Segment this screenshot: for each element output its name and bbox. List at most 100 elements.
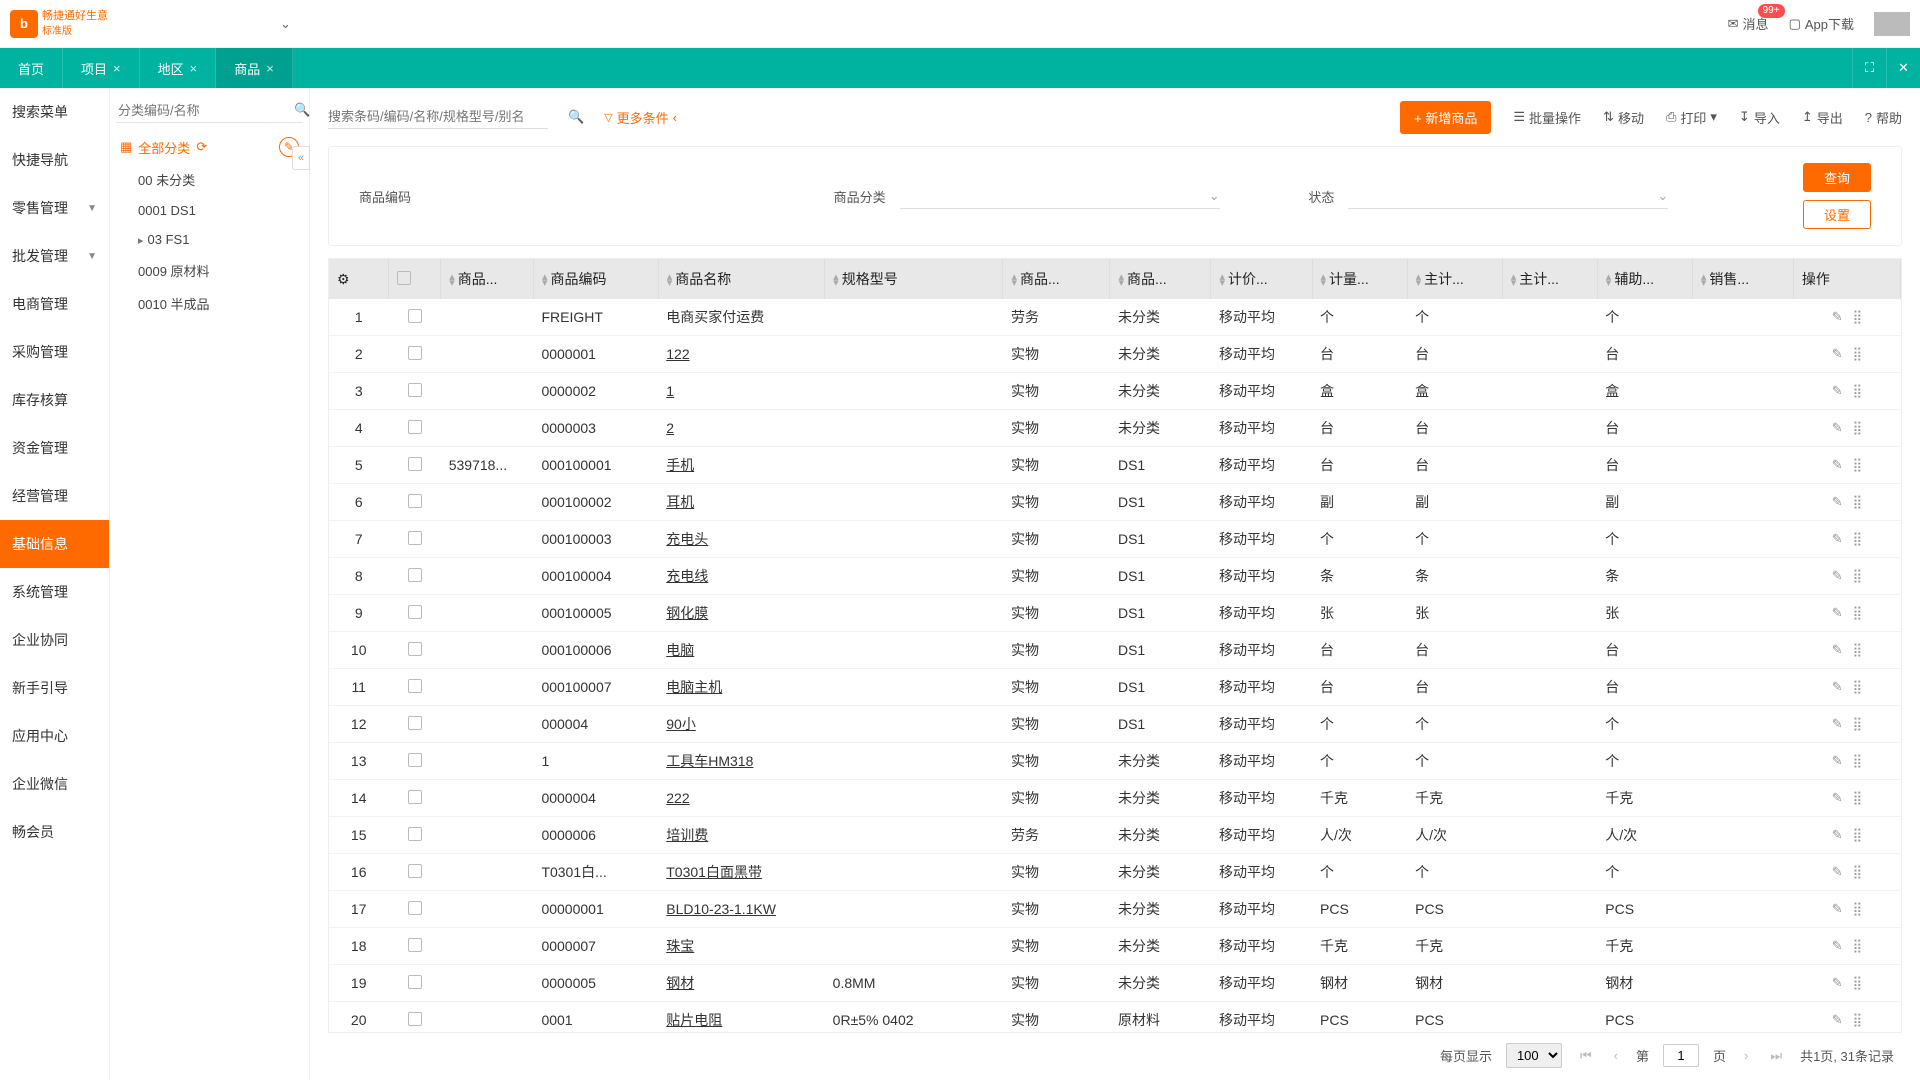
filter-status-select[interactable]: ⌄ <box>1348 184 1668 209</box>
row-checkbox[interactable] <box>388 669 440 706</box>
batch-action-link[interactable]: ☰批量操作 <box>1513 108 1581 127</box>
edit-icon[interactable]: ✎ <box>1832 568 1843 584</box>
edit-icon[interactable]: ✎ <box>1832 901 1843 917</box>
edit-icon[interactable]: ✎ <box>1832 642 1843 658</box>
org-selector[interactable]: ⌄ <box>148 14 291 33</box>
edit-icon[interactable]: ✎ <box>1832 494 1843 510</box>
row-checkbox[interactable] <box>388 632 440 669</box>
row-checkbox[interactable] <box>388 484 440 521</box>
product-name-link[interactable]: 充电头 <box>666 531 708 547</box>
sidebar-item[interactable]: 经营管理 <box>0 472 109 520</box>
first-page-button[interactable]: ⏮ <box>1576 1048 1596 1064</box>
export-link[interactable]: ↥导出 <box>1802 108 1843 127</box>
row-checkbox[interactable] <box>388 743 440 780</box>
tab-商品[interactable]: 商品× <box>216 48 293 88</box>
row-checkbox[interactable] <box>388 447 440 484</box>
sidebar-item[interactable]: 资金管理 <box>0 424 109 472</box>
edit-icon[interactable]: ✎ <box>1832 531 1843 547</box>
close-icon[interactable]: × <box>113 61 121 76</box>
edit-icon[interactable]: ✎ <box>1832 309 1843 325</box>
more-icon[interactable]: ⣿ <box>1853 383 1863 399</box>
close-all-tabs-button[interactable]: ✕ <box>1886 48 1920 88</box>
product-name-link[interactable]: 电脑 <box>666 642 694 658</box>
refresh-icon[interactable]: ⟳ <box>196 139 207 155</box>
row-checkbox[interactable] <box>388 595 440 632</box>
column-config[interactable]: ⚙ <box>329 259 388 299</box>
more-icon[interactable]: ⣿ <box>1853 420 1863 436</box>
search-icon[interactable]: 🔍 <box>568 109 584 125</box>
category-item[interactable]: 0001 DS1 <box>132 196 303 225</box>
product-name-link[interactable]: 钢化膜 <box>666 605 708 621</box>
tab-项目[interactable]: 项目× <box>63 48 140 88</box>
edit-icon[interactable]: ✎ <box>1832 975 1843 991</box>
more-icon[interactable]: ⣿ <box>1853 790 1863 806</box>
page-size-select[interactable]: 100 <box>1506 1043 1562 1068</box>
row-checkbox[interactable] <box>388 928 440 965</box>
more-icon[interactable]: ⣿ <box>1853 975 1863 991</box>
product-name-link[interactable]: 222 <box>666 790 689 806</box>
sidebar-item[interactable]: 电商管理 <box>0 280 109 328</box>
column-header[interactable]: ▴▾商品名称 <box>658 259 824 299</box>
row-checkbox[interactable] <box>388 410 440 447</box>
column-header[interactable]: ▴▾计量... <box>1312 259 1407 299</box>
column-header[interactable]: ▴▾销售... <box>1692 259 1793 299</box>
select-all[interactable] <box>388 259 440 299</box>
edit-icon[interactable]: ✎ <box>1832 605 1843 621</box>
settings-button[interactable]: 设置 <box>1803 200 1871 229</box>
avatar[interactable] <box>1874 12 1910 36</box>
sidebar-item[interactable]: 零售管理▼ <box>0 184 109 232</box>
sidebar-item[interactable]: 系统管理 <box>0 568 109 616</box>
filter-category-select[interactable]: ⌄ <box>900 184 1220 209</box>
more-icon[interactable]: ⣿ <box>1853 716 1863 732</box>
product-name-link[interactable]: 培训费 <box>666 827 708 843</box>
column-header[interactable]: ▴▾商品编码 <box>533 259 658 299</box>
edit-icon[interactable]: ✎ <box>1832 864 1843 880</box>
product-name-link[interactable]: 手机 <box>666 457 694 473</box>
sidebar-item[interactable]: 畅会员 <box>0 808 109 856</box>
help-link[interactable]: ?帮助 <box>1865 108 1902 127</box>
edit-icon[interactable]: ✎ <box>1832 420 1843 436</box>
product-name-link[interactable]: 珠宝 <box>666 938 694 954</box>
more-icon[interactable]: ⣿ <box>1853 346 1863 362</box>
edit-icon[interactable]: ✎ <box>1832 753 1843 769</box>
edit-icon[interactable]: ✎ <box>1832 457 1843 473</box>
sidebar-item[interactable]: 企业协同 <box>0 616 109 664</box>
product-name-link[interactable]: 电脑主机 <box>666 679 722 695</box>
product-search-input[interactable] <box>328 105 548 129</box>
category-root[interactable]: ▦ 全部分类 ⟳ ✎ <box>116 131 303 163</box>
import-link[interactable]: ↧导入 <box>1739 108 1780 127</box>
product-name-link[interactable]: 贴片电阻 <box>666 1012 722 1028</box>
category-item[interactable]: 03 FS1 <box>132 225 303 254</box>
product-name-link[interactable]: 钢材 <box>666 975 694 991</box>
tab-首页[interactable]: 首页 <box>0 48 63 88</box>
column-header[interactable]: ▴▾主计... <box>1502 259 1597 299</box>
column-header[interactable]: ▴▾商品... <box>441 259 534 299</box>
column-header[interactable]: ▴▾计价... <box>1211 259 1312 299</box>
row-checkbox[interactable] <box>388 521 440 558</box>
row-checkbox[interactable] <box>388 965 440 1002</box>
move-link[interactable]: ⇅移动 <box>1603 108 1644 127</box>
more-icon[interactable]: ⣿ <box>1853 494 1863 510</box>
edit-icon[interactable]: ✎ <box>1832 346 1843 362</box>
more-icon[interactable]: ⣿ <box>1853 642 1863 658</box>
row-checkbox[interactable] <box>388 299 440 336</box>
more-icon[interactable]: ⣿ <box>1853 679 1863 695</box>
category-item[interactable]: 0009 原材料 <box>132 254 303 287</box>
more-icon[interactable]: ⣿ <box>1853 753 1863 769</box>
sidebar-item[interactable]: 基础信息 <box>0 520 109 568</box>
product-table-wrap[interactable]: ⚙▴▾商品...▴▾商品编码▴▾商品名称▴▾规格型号▴▾商品...▴▾商品...… <box>328 258 1902 1033</box>
sidebar-item[interactable]: 应用中心 <box>0 712 109 760</box>
collapse-panel-button[interactable]: « <box>292 146 310 170</box>
more-icon[interactable]: ⣿ <box>1853 827 1863 843</box>
more-filters-link[interactable]: 更多条件‹ <box>604 108 677 127</box>
more-icon[interactable]: ⣿ <box>1853 605 1863 621</box>
more-icon[interactable]: ⣿ <box>1853 457 1863 473</box>
row-checkbox[interactable] <box>388 373 440 410</box>
tab-地区[interactable]: 地区× <box>140 48 217 88</box>
app-download-link[interactable]: ▢ App下载 <box>1789 14 1854 33</box>
product-name-link[interactable]: 充电线 <box>666 568 708 584</box>
sidebar-item[interactable]: 搜索菜单 <box>0 88 109 136</box>
edit-icon[interactable]: ✎ <box>1832 790 1843 806</box>
product-name-link[interactable]: 耳机 <box>666 494 694 510</box>
edit-icon[interactable]: ✎ <box>1832 383 1843 399</box>
